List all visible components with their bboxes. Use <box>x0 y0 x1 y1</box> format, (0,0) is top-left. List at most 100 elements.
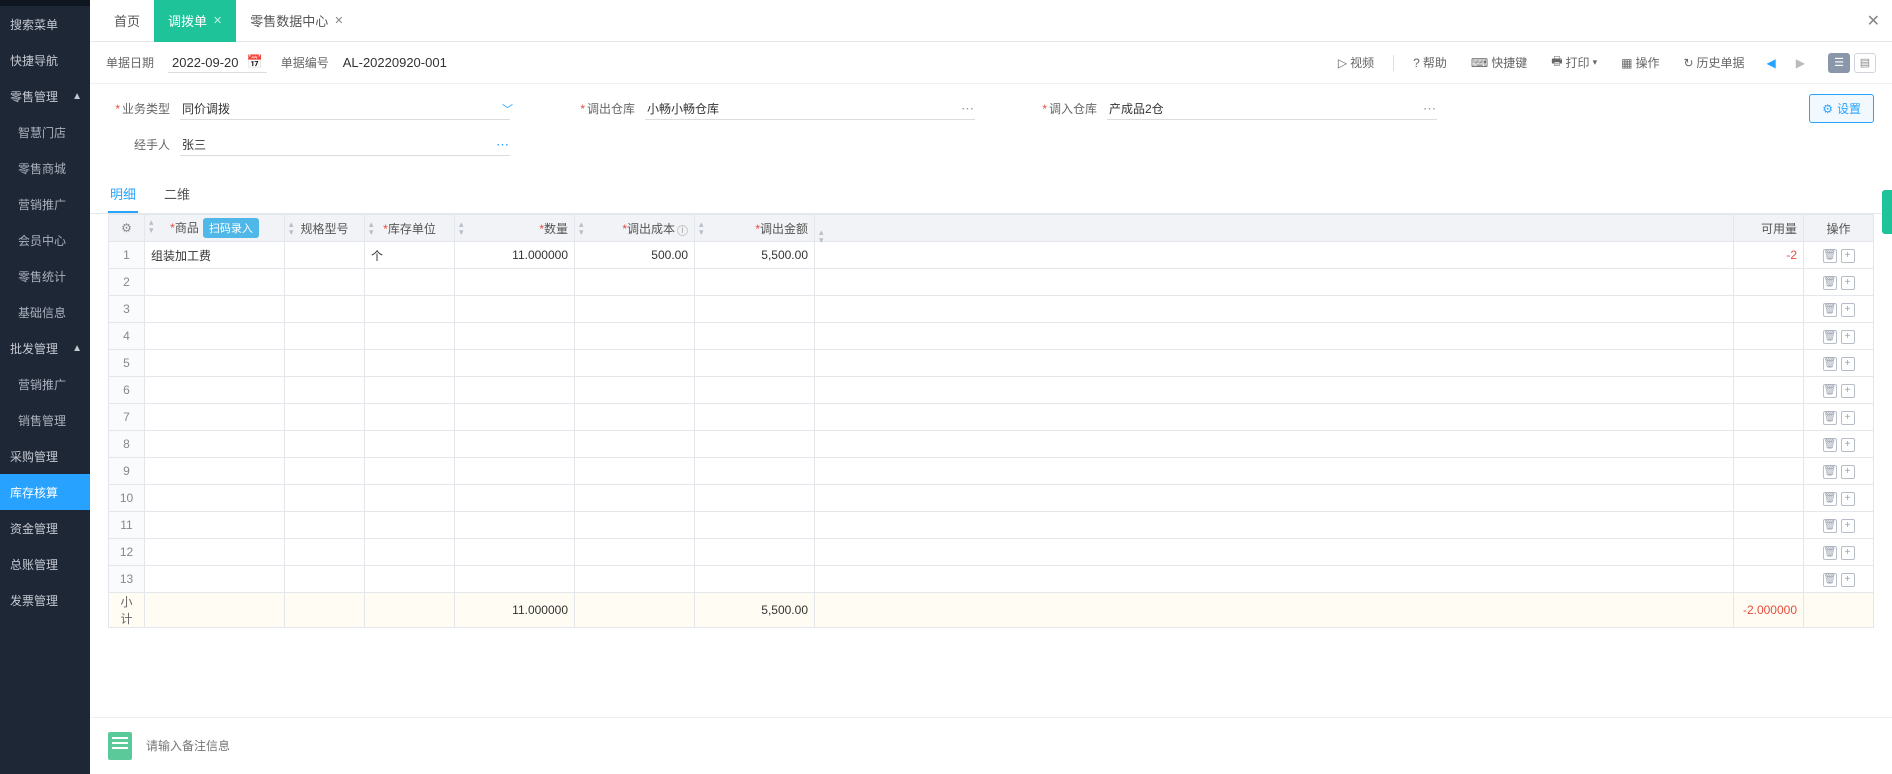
sidebar-item[interactable]: 零售商城 <box>0 150 90 186</box>
table-row[interactable]: 6🗑+ <box>109 377 1874 404</box>
sidebar-item[interactable]: 搜索菜单 <box>0 6 90 42</box>
view-list-button[interactable]: ☰ <box>1828 53 1850 73</box>
remarks-input[interactable] <box>146 733 1874 759</box>
delete-row-icon[interactable]: 🗑 <box>1823 357 1837 371</box>
sidebar-item[interactable]: 销售管理 <box>0 402 90 438</box>
prev-doc-button[interactable]: ◀ <box>1764 56 1779 70</box>
sidebar-item[interactable]: 零售管理▲ <box>0 78 90 114</box>
sidebar-item[interactable]: 采购管理 <box>0 438 90 474</box>
video-button[interactable]: ▷视频 <box>1333 51 1379 74</box>
table-row[interactable]: 8🗑+ <box>109 431 1874 458</box>
sidebar-item[interactable]: 发票管理 <box>0 582 90 618</box>
out-warehouse-field: *调出仓库 ⋯ <box>573 94 975 123</box>
sidebar-item[interactable]: 快捷导航 <box>0 42 90 78</box>
subtab[interactable]: 二维 <box>162 178 192 213</box>
sidebar-item[interactable]: 总账管理 <box>0 546 90 582</box>
delete-row-icon[interactable]: 🗑 <box>1823 384 1837 398</box>
settings-button[interactable]: ⚙设置 <box>1809 94 1874 123</box>
handler-input[interactable] <box>180 133 510 156</box>
table-row[interactable]: 1组装加工费个11.000000500.005,500.00-2🗑+ <box>109 242 1874 269</box>
col-product[interactable]: ▴▾*商品扫码录入 <box>145 215 285 242</box>
close-all-tabs[interactable]: ✕ <box>1867 11 1880 31</box>
delete-row-icon[interactable]: 🗑 <box>1823 249 1837 263</box>
sidebar-item[interactable]: 资金管理 <box>0 510 90 546</box>
right-drawer-handle[interactable] <box>1882 190 1892 234</box>
handler-field: 经手人 ⋯ <box>108 133 510 156</box>
view-card-button[interactable]: ▤ <box>1854 53 1876 73</box>
in-warehouse-input[interactable] <box>1107 97 1437 120</box>
more-icon[interactable]: ⋯ <box>961 101 975 117</box>
table-row[interactable]: 5🗑+ <box>109 350 1874 377</box>
tab[interactable]: 调拨单✕ <box>154 0 236 42</box>
tab[interactable]: 零售数据中心✕ <box>236 0 357 42</box>
biz-type-input[interactable] <box>180 97 510 120</box>
table-row[interactable]: 13🗑+ <box>109 566 1874 593</box>
sidebar-item[interactable]: 批发管理▲ <box>0 330 90 366</box>
help-button[interactable]: ?帮助 <box>1408 51 1452 74</box>
add-row-icon[interactable]: + <box>1841 438 1855 452</box>
sidebar-item[interactable]: 营销推广 <box>0 186 90 222</box>
table-row[interactable]: 7🗑+ <box>109 404 1874 431</box>
table-row[interactable]: 9🗑+ <box>109 458 1874 485</box>
col-unit[interactable]: ▴▾*库存单位 <box>365 215 455 242</box>
add-row-icon[interactable]: + <box>1841 249 1855 263</box>
close-icon[interactable]: ✕ <box>213 14 222 27</box>
delete-row-icon[interactable]: 🗑 <box>1823 546 1837 560</box>
add-row-icon[interactable]: + <box>1841 384 1855 398</box>
add-row-icon[interactable]: + <box>1841 276 1855 290</box>
col-qty[interactable]: ▴▾*数量 <box>455 215 575 242</box>
col-spec[interactable]: ▴▾规格型号 <box>285 215 365 242</box>
remarks-area <box>90 717 1892 774</box>
table-row[interactable]: 11🗑+ <box>109 512 1874 539</box>
col-amount[interactable]: ▴▾*调出金额 <box>695 215 815 242</box>
more-icon[interactable]: ⋯ <box>496 137 510 153</box>
history-button[interactable]: ↻历史单据 <box>1678 51 1749 74</box>
delete-row-icon[interactable]: 🗑 <box>1823 438 1837 452</box>
add-row-icon[interactable]: + <box>1841 357 1855 371</box>
date-label: 单据日期 <box>106 54 154 71</box>
next-doc-button[interactable]: ▶ <box>1793 56 1808 70</box>
close-icon[interactable]: ✕ <box>334 14 343 27</box>
table-row[interactable]: 4🗑+ <box>109 323 1874 350</box>
add-row-icon[interactable]: + <box>1841 573 1855 587</box>
add-row-icon[interactable]: + <box>1841 465 1855 479</box>
col-available[interactable]: 可用量 <box>1734 215 1804 242</box>
add-row-icon[interactable]: + <box>1841 546 1855 560</box>
table-row[interactable]: 10🗑+ <box>109 485 1874 512</box>
print-button[interactable]: 🖶打印▾ <box>1546 49 1602 76</box>
chevron-down-icon[interactable]: ﹀ <box>502 101 513 117</box>
col-cost[interactable]: ▴▾*调出成本i <box>575 215 695 242</box>
date-field[interactable]: 2022-09-20 📅 <box>168 52 267 73</box>
add-row-icon[interactable]: + <box>1841 492 1855 506</box>
delete-row-icon[interactable]: 🗑 <box>1823 411 1837 425</box>
add-row-icon[interactable]: + <box>1841 519 1855 533</box>
add-row-icon[interactable]: + <box>1841 411 1855 425</box>
delete-row-icon[interactable]: 🗑 <box>1823 330 1837 344</box>
out-warehouse-input[interactable] <box>645 97 975 120</box>
table-row[interactable]: 3🗑+ <box>109 296 1874 323</box>
sidebar-item[interactable]: 零售统计 <box>0 258 90 294</box>
delete-row-icon[interactable]: 🗑 <box>1823 276 1837 290</box>
add-row-icon[interactable]: + <box>1841 330 1855 344</box>
table-row[interactable]: 12🗑+ <box>109 539 1874 566</box>
gear-column-header[interactable] <box>109 215 145 242</box>
sidebar-item[interactable]: 会员中心 <box>0 222 90 258</box>
add-row-icon[interactable]: + <box>1841 303 1855 317</box>
subtab[interactable]: 明细 <box>108 178 138 213</box>
sidebar-item[interactable]: 营销推广 <box>0 366 90 402</box>
tab[interactable]: 首页 <box>100 0 154 42</box>
scan-button[interactable]: 扫码录入 <box>203 218 259 238</box>
more-icon[interactable]: ⋯ <box>1423 101 1437 117</box>
operate-button[interactable]: ▦操作 <box>1616 51 1664 74</box>
table-row[interactable]: 2🗑+ <box>109 269 1874 296</box>
notes-icon <box>108 732 132 760</box>
delete-row-icon[interactable]: 🗑 <box>1823 465 1837 479</box>
delete-row-icon[interactable]: 🗑 <box>1823 573 1837 587</box>
shortcut-button[interactable]: ⌨快捷键 <box>1466 51 1532 74</box>
sidebar-item[interactable]: 基础信息 <box>0 294 90 330</box>
delete-row-icon[interactable]: 🗑 <box>1823 303 1837 317</box>
sidebar-item[interactable]: 库存核算 <box>0 474 90 510</box>
sidebar-item[interactable]: 智慧门店 <box>0 114 90 150</box>
delete-row-icon[interactable]: 🗑 <box>1823 519 1837 533</box>
delete-row-icon[interactable]: 🗑 <box>1823 492 1837 506</box>
